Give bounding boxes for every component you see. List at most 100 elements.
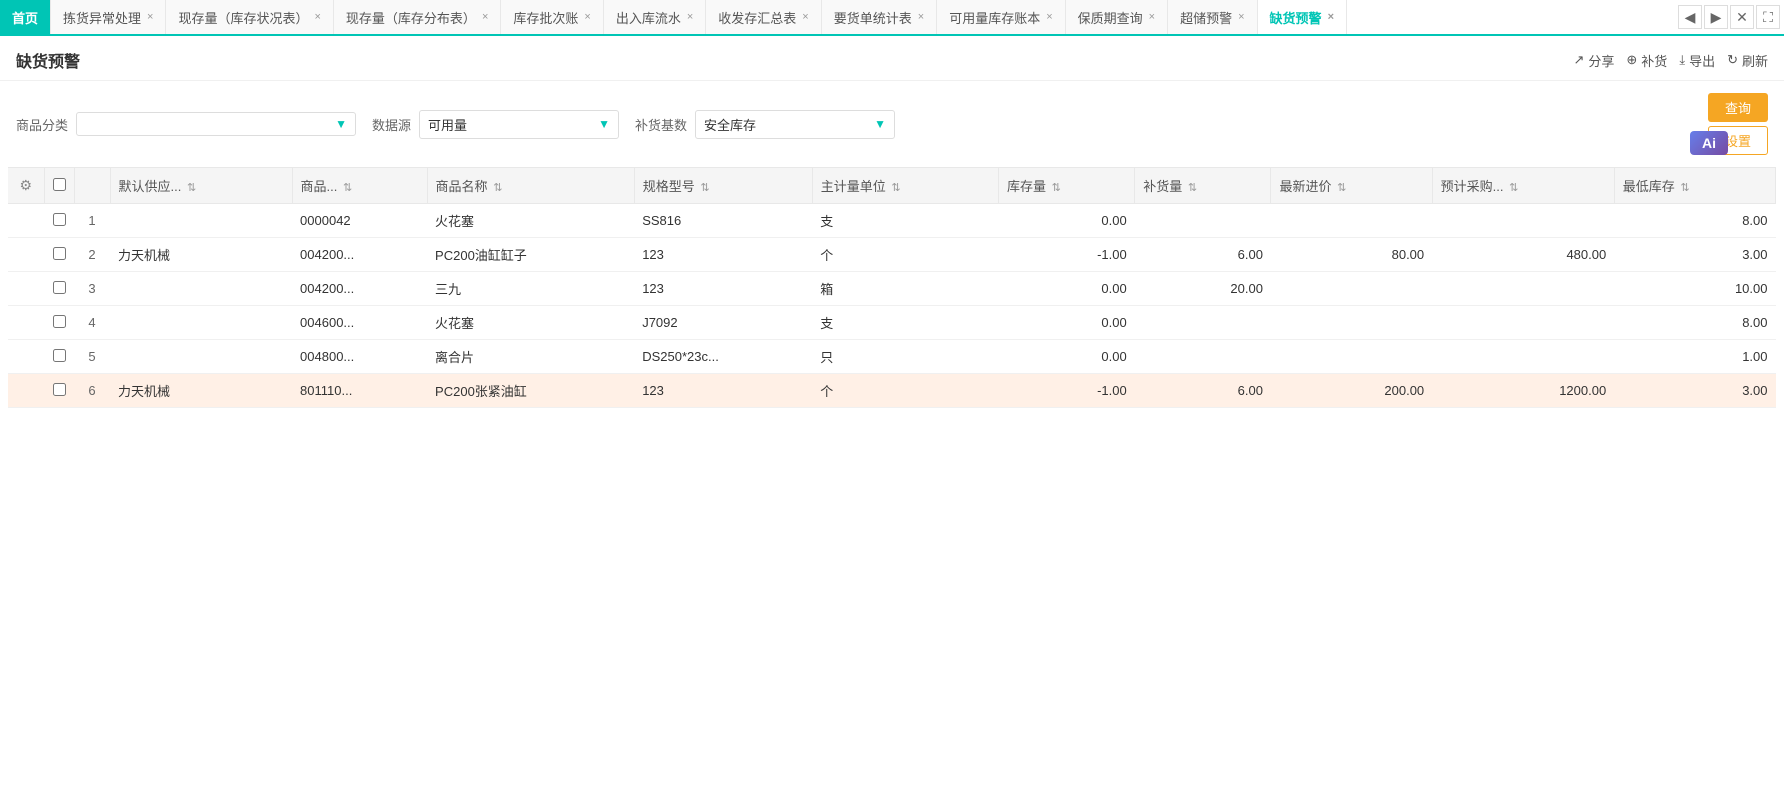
- name-column-header[interactable]: 商品名称 ⇅: [427, 168, 634, 204]
- row-est-purchase: [1432, 340, 1614, 374]
- table-header-row: ⚙ 默认供应... ⇅ 商品... ⇅ 商品名称 ⇅: [8, 168, 1776, 204]
- supplier-label: 默认供应...: [119, 179, 182, 194]
- table-row: 5 004800... 离合片 DS250*23c... 只 0.00 1.00: [8, 340, 1776, 374]
- close-icon[interactable]: ×: [584, 11, 590, 23]
- row-checkbox[interactable]: [53, 247, 66, 260]
- replenish-column-header[interactable]: 补货量 ⇅: [1135, 168, 1271, 204]
- close-icon[interactable]: ×: [1328, 11, 1334, 23]
- row-spec: SS816: [634, 204, 812, 238]
- refresh-button[interactable]: ↻ 刷新: [1727, 51, 1768, 70]
- row-checkbox-cell[interactable]: [44, 204, 74, 238]
- table-row: 2 力天机械 004200... PC200油缸缸子 123 个 -1.00 6…: [8, 238, 1776, 272]
- close-icon[interactable]: ×: [1046, 11, 1052, 23]
- row-latest-price: [1271, 340, 1432, 374]
- tab-expiry-query[interactable]: 保质期查询 ×: [1066, 0, 1168, 35]
- select-all-checkbox[interactable]: [53, 178, 66, 191]
- row-checkbox[interactable]: [53, 315, 66, 328]
- query-button[interactable]: 查询: [1708, 93, 1768, 122]
- tab-fullscreen-button[interactable]: ⛶: [1756, 5, 1780, 29]
- row-unit: 箱: [812, 272, 998, 306]
- tab-inventory-status-label: 现存量（库存状况表）: [178, 8, 308, 27]
- datasource-filter-group: 数据源 可用量 ▼: [372, 110, 619, 139]
- export-button[interactable]: ⤓ 导出: [1679, 51, 1715, 70]
- row-checkbox-cell[interactable]: [44, 272, 74, 306]
- tab-batch-account[interactable]: 库存批次账 ×: [501, 0, 603, 35]
- replenish-button[interactable]: ⊕ 补货: [1626, 51, 1667, 70]
- row-checkbox[interactable]: [53, 349, 66, 362]
- code-column-header[interactable]: 商品... ⇅: [292, 168, 427, 204]
- share-icon: ↗: [1573, 52, 1584, 68]
- stock-column-header[interactable]: 库存量 ⇅: [998, 168, 1134, 204]
- row-est-purchase: [1432, 204, 1614, 238]
- row-stock: -1.00: [998, 238, 1134, 272]
- close-icon[interactable]: ×: [314, 11, 320, 23]
- spec-column-header[interactable]: 规格型号 ⇅: [634, 168, 812, 204]
- row-unit: 个: [812, 374, 998, 408]
- row-est-purchase: [1432, 272, 1614, 306]
- close-icon[interactable]: ×: [482, 11, 488, 23]
- tab-next-button[interactable]: ▶: [1704, 5, 1728, 29]
- row-number: 6: [74, 374, 110, 408]
- tab-nav-buttons: ◀ ▶ ✕ ⛶: [1676, 5, 1784, 29]
- close-icon[interactable]: ×: [687, 11, 693, 23]
- row-checkbox[interactable]: [53, 383, 66, 396]
- tab-prev-button[interactable]: ◀: [1678, 5, 1702, 29]
- tab-shortage[interactable]: 缺货预警 ×: [1258, 0, 1347, 36]
- tab-available-ledger[interactable]: 可用量库存账本 ×: [937, 0, 1065, 35]
- checkbox-column-header: [44, 168, 74, 204]
- category-filter-group: 商品分类 ▼: [16, 112, 356, 136]
- gear-column-header[interactable]: ⚙: [8, 168, 44, 204]
- category-select[interactable]: ▼: [76, 112, 356, 136]
- tab-inventory-dist[interactable]: 现存量（库存分布表） ×: [334, 0, 501, 35]
- row-checkbox-cell[interactable]: [44, 306, 74, 340]
- category-dropdown-arrow: ▼: [335, 117, 347, 131]
- close-icon[interactable]: ×: [918, 11, 924, 23]
- row-replenish: 20.00: [1135, 272, 1271, 306]
- latest-price-column-header[interactable]: 最新进价 ⇅: [1271, 168, 1432, 204]
- tab-home[interactable]: 首页: [0, 0, 51, 35]
- tab-inventory-status[interactable]: 现存量（库存状况表） ×: [166, 0, 333, 35]
- share-button[interactable]: ↗ 分享: [1573, 51, 1614, 70]
- row-name: 火花塞: [427, 306, 634, 340]
- tab-overstock-label: 超储预警: [1180, 8, 1232, 27]
- latest-price-sort-icon: ⇅: [1337, 182, 1346, 194]
- ai-badge[interactable]: Ai: [1690, 131, 1728, 155]
- close-icon[interactable]: ×: [802, 11, 808, 23]
- tab-overstock[interactable]: 超储预警 ×: [1168, 0, 1257, 35]
- close-icon[interactable]: ×: [147, 11, 153, 23]
- row-number: 5: [74, 340, 110, 374]
- row-checkbox[interactable]: [53, 281, 66, 294]
- row-checkbox[interactable]: [53, 213, 66, 226]
- supplier-column-header[interactable]: 默认供应... ⇅: [110, 168, 292, 204]
- row-checkbox-cell[interactable]: [44, 374, 74, 408]
- datasource-label: 数据源: [372, 115, 411, 134]
- row-checkbox-cell[interactable]: [44, 238, 74, 272]
- tab-recv-summary[interactable]: 收发存汇总表 ×: [706, 0, 821, 35]
- tab-close-button[interactable]: ✕: [1730, 5, 1754, 29]
- gear-icon[interactable]: ⚙: [19, 177, 32, 193]
- row-checkbox-cell[interactable]: [44, 340, 74, 374]
- filter-bar: 商品分类 ▼ 数据源 可用量 ▼ 补货基数 安全库存 ▼ 查询 设置: [0, 81, 1784, 167]
- code-sort-icon: ⇅: [343, 182, 352, 194]
- tab-demand-stat[interactable]: 要货单统计表 ×: [822, 0, 937, 35]
- unit-label: 主计量单位: [821, 179, 886, 194]
- row-stock: 0.00: [998, 340, 1134, 374]
- export-icon: ⤓: [1679, 52, 1685, 68]
- row-est-purchase: [1432, 306, 1614, 340]
- min-stock-label: 最低库存: [1623, 179, 1675, 194]
- replenish-base-select[interactable]: 安全库存 ▼: [695, 110, 895, 139]
- close-icon[interactable]: ×: [1238, 11, 1244, 23]
- row-stock: 0.00: [998, 272, 1134, 306]
- unit-sort-icon: ⇅: [891, 182, 900, 194]
- stock-label: 库存量: [1007, 179, 1046, 194]
- min-stock-column-header[interactable]: 最低库存 ⇅: [1614, 168, 1775, 204]
- supplier-sort-icon: ⇅: [187, 182, 196, 194]
- row-unit: 只: [812, 340, 998, 374]
- tab-in-out-flow[interactable]: 出入库流水 ×: [604, 0, 706, 35]
- est-purchase-column-header[interactable]: 预计采购... ⇅: [1432, 168, 1614, 204]
- unit-column-header[interactable]: 主计量单位 ⇅: [812, 168, 998, 204]
- tab-abnormal[interactable]: 拣货异常处理 ×: [51, 0, 166, 35]
- datasource-select[interactable]: 可用量 ▼: [419, 110, 619, 139]
- close-icon[interactable]: ×: [1149, 11, 1155, 23]
- export-label: 导出: [1689, 51, 1715, 70]
